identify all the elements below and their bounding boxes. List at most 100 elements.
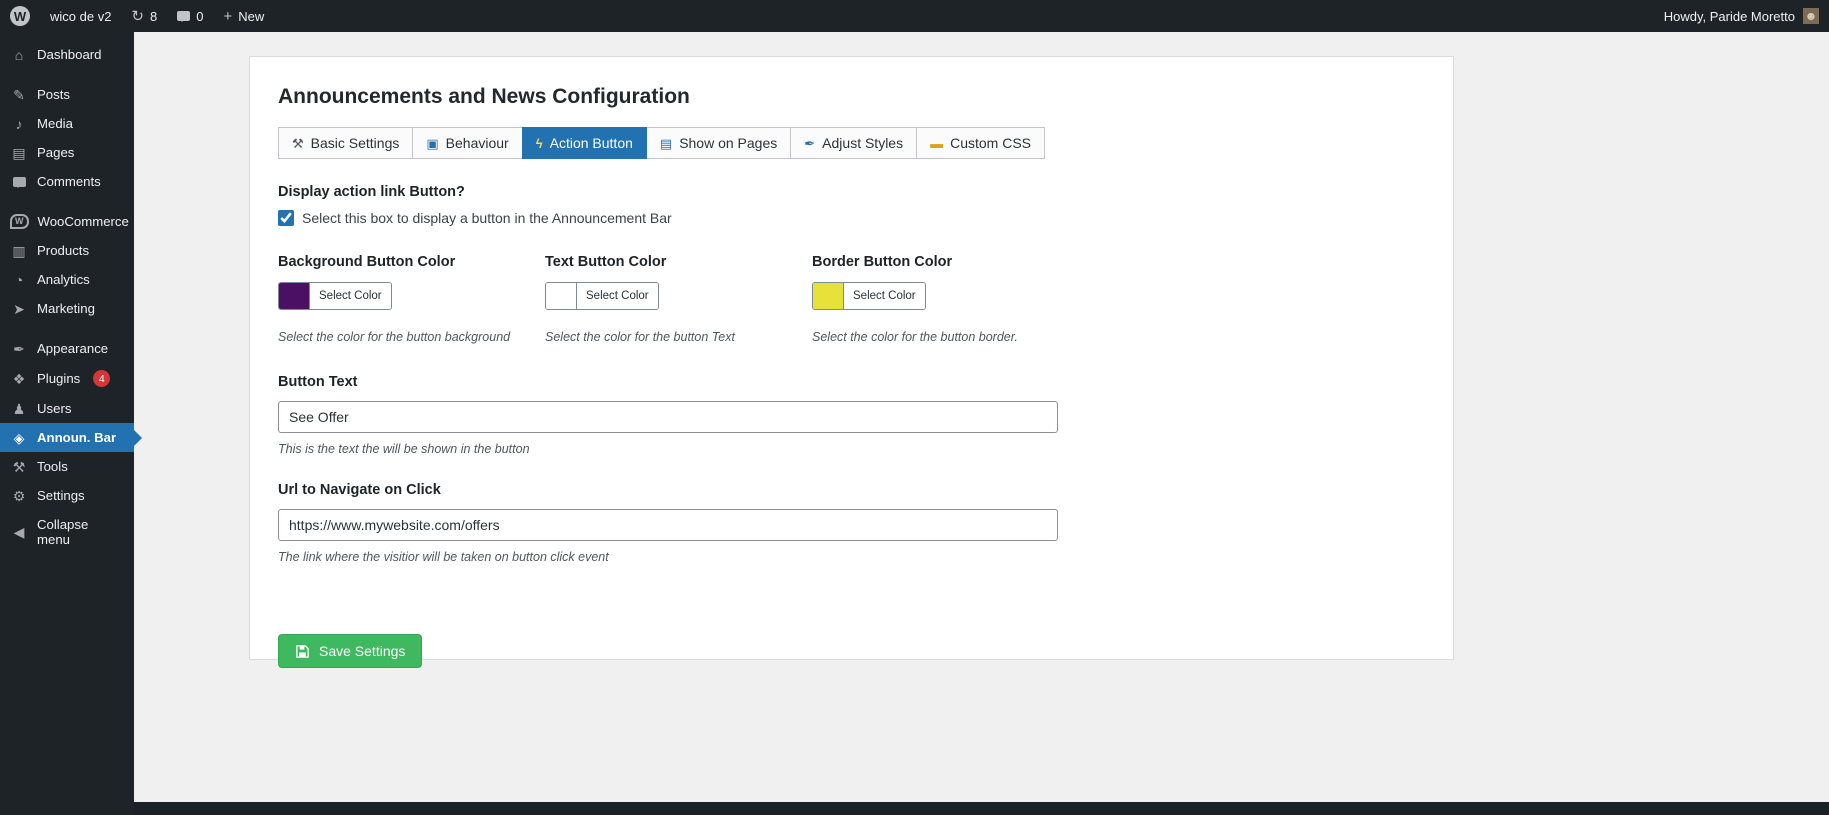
sidebar-item-pages[interactable]: ▤ Pages xyxy=(0,138,134,167)
sidebar-item-woocommerce[interactable]: W WooCommerce xyxy=(0,207,134,236)
admin-bar-left: W wico de v2 ↻ 8 0 + New xyxy=(0,0,274,32)
border-color-heading: Border Button Color xyxy=(812,254,953,270)
display-button-heading: Display action link Button? xyxy=(278,184,465,200)
brush-icon: ✒ xyxy=(13,340,25,357)
account-menu[interactable]: Howdy, Paride Moretto ☻ xyxy=(1664,0,1829,32)
display-button-checkbox-label: Select this box to display a button in t… xyxy=(302,210,672,226)
site-name-label: wico de v2 xyxy=(50,8,112,24)
sidebar-item-plugins[interactable]: ❖ Plugins 4 xyxy=(0,363,134,394)
background-color-field: Background Button Color Select Color Sel… xyxy=(278,254,545,344)
analytics-chart-icon: ◔ xyxy=(14,271,24,288)
sidebar-item-label: Tools xyxy=(37,459,68,474)
comments-link[interactable]: 0 xyxy=(167,0,213,32)
background-color-caption: Select the color for the button backgrou… xyxy=(278,330,511,344)
sidebar-item-label: Dashboard xyxy=(37,47,102,62)
sidebar-item-label: Announ. Bar xyxy=(37,430,117,445)
sidebar-item-comments[interactable]: Comments xyxy=(0,167,134,196)
tab-show-on-pages[interactable]: ▤ Show on Pages xyxy=(645,127,792,159)
sidebar-item-media[interactable]: ♪ Media xyxy=(0,109,134,138)
plus-icon: + xyxy=(223,7,233,25)
pages-icon: ▤ xyxy=(12,144,26,161)
sidebar-item-products[interactable]: ▥ Products xyxy=(0,236,134,265)
sidebar-item-settings[interactable]: ⚙ Settings xyxy=(0,481,134,510)
media-icon: ♪ xyxy=(15,115,23,132)
menu-separator xyxy=(0,69,134,80)
text-color-swatch xyxy=(546,283,576,309)
tab-custom-css[interactable]: ▬ Custom CSS xyxy=(916,127,1046,159)
button-text-field: Button Text This is the text the will be… xyxy=(278,374,1425,456)
pencil-icon: ✎ xyxy=(13,86,25,103)
background-color-swatch xyxy=(279,283,309,309)
select-color-label: Select Color xyxy=(843,283,925,309)
dashboard-icon: ⌂ xyxy=(14,46,24,63)
comments-icon xyxy=(10,175,28,189)
tab-behaviour[interactable]: ▣ Behaviour xyxy=(412,127,523,159)
new-content-button[interactable]: + New xyxy=(213,0,274,32)
tab-label: Behaviour xyxy=(445,135,509,151)
sidebar-item-appearance[interactable]: ✒ Appearance xyxy=(0,334,134,363)
megaphone-icon: ➤ xyxy=(13,300,25,317)
comments-bubble-icon xyxy=(177,11,191,22)
border-color-caption: Select the color for the button border. xyxy=(812,330,1018,344)
comments-count: 0 xyxy=(196,8,204,24)
plugin-icon: ❖ xyxy=(12,370,26,387)
sidebar-item-users[interactable]: ♟ Users xyxy=(0,394,134,423)
sidebar-item-announ-bar[interactable]: ◈ Announ. Bar xyxy=(0,423,142,452)
comments-bubble-icon xyxy=(12,176,26,188)
tab-basic-settings[interactable]: ⚒ Basic Settings xyxy=(278,127,414,159)
tab-label: Basic Settings xyxy=(310,135,400,151)
border-color-picker-button[interactable]: Select Color xyxy=(812,282,926,310)
admin-top-bar: W wico de v2 ↻ 8 0 + New Howdy, Paride M… xyxy=(0,0,1829,32)
page-icon: ▤ xyxy=(659,135,673,151)
text-color-heading: Text Button Color xyxy=(545,254,667,270)
lightning-icon: ϟ xyxy=(535,135,543,151)
button-text-input[interactable] xyxy=(278,401,1058,433)
text-color-caption: Select the color for the button Text xyxy=(545,330,735,344)
page-title: Announcements and News Configuration xyxy=(278,85,690,108)
save-floppy-icon xyxy=(296,644,309,658)
tab-label: Custom CSS xyxy=(950,135,1032,151)
sidebar-item-posts[interactable]: ✎ Posts xyxy=(0,80,134,109)
collapse-menu-button[interactable]: ◀ Collapse menu xyxy=(0,510,134,554)
wrench-icon: ⚒ xyxy=(292,135,304,151)
save-settings-button[interactable]: Save Settings xyxy=(278,634,423,668)
text-color-picker-button[interactable]: Select Color xyxy=(545,282,659,310)
woocommerce-icon: W xyxy=(10,214,29,229)
sidebar-item-analytics[interactable]: ◔ Analytics xyxy=(0,265,134,294)
brush-icon: ✒ xyxy=(804,135,816,151)
display-button-checkbox[interactable] xyxy=(278,210,294,226)
background-color-heading: Background Button Color xyxy=(278,254,456,270)
plugins-update-badge: 4 xyxy=(93,370,111,387)
admin-content-area: Announcements and News Configuration ⚒ B… xyxy=(134,32,1829,802)
sidebar-item-label: Appearance xyxy=(37,341,109,356)
sidebar-item-label: Marketing xyxy=(37,301,95,316)
wordpress-logo-button[interactable]: W xyxy=(0,0,40,32)
new-label: New xyxy=(238,8,265,24)
site-name-link[interactable]: wico de v2 xyxy=(40,0,121,32)
sidebar-item-marketing[interactable]: ➤ Marketing xyxy=(0,294,134,323)
select-color-label: Select Color xyxy=(309,283,391,309)
gear-icon: ⚙ xyxy=(12,487,26,504)
updates-link[interactable]: ↻ 8 xyxy=(121,0,167,32)
admin-sidebar: ⌂ Dashboard ✎ Posts ♪ Media ▤ Pages Comm… xyxy=(0,32,142,815)
sidebar-item-label: Media xyxy=(37,116,73,131)
sidebar-item-label: Comments xyxy=(37,174,101,189)
url-caption: The link where the visitior will be take… xyxy=(278,550,609,564)
text-color-field: Text Button Color Select Color Select th… xyxy=(545,254,812,344)
avatar: ☻ xyxy=(1803,8,1819,24)
save-settings-label: Save Settings xyxy=(319,643,406,659)
tab-label: Show on Pages xyxy=(679,135,778,151)
sidebar-item-tools[interactable]: ⚒ Tools xyxy=(0,452,134,481)
tab-adjust-styles[interactable]: ✒ Adjust Styles xyxy=(790,127,918,159)
tab-action-button[interactable]: ϟ Action Button xyxy=(521,127,647,159)
url-field: Url to Navigate on Click The link where … xyxy=(278,482,1425,564)
background-color-picker-button[interactable]: Select Color xyxy=(278,282,392,310)
settings-tabs: ⚒ Basic Settings ▣ Behaviour ϟ Action Bu… xyxy=(278,127,1425,159)
sidebar-item-label: Posts xyxy=(37,87,70,102)
updates-icon: ↻ xyxy=(131,7,144,25)
sidebar-item-label: Settings xyxy=(37,488,85,503)
sidebar-item-dashboard[interactable]: ⌂ Dashboard xyxy=(0,40,134,69)
url-input[interactable] xyxy=(278,509,1058,541)
howdy-label: Howdy, Paride Moretto xyxy=(1663,8,1795,24)
sidebar-item-label: Users xyxy=(37,401,72,416)
